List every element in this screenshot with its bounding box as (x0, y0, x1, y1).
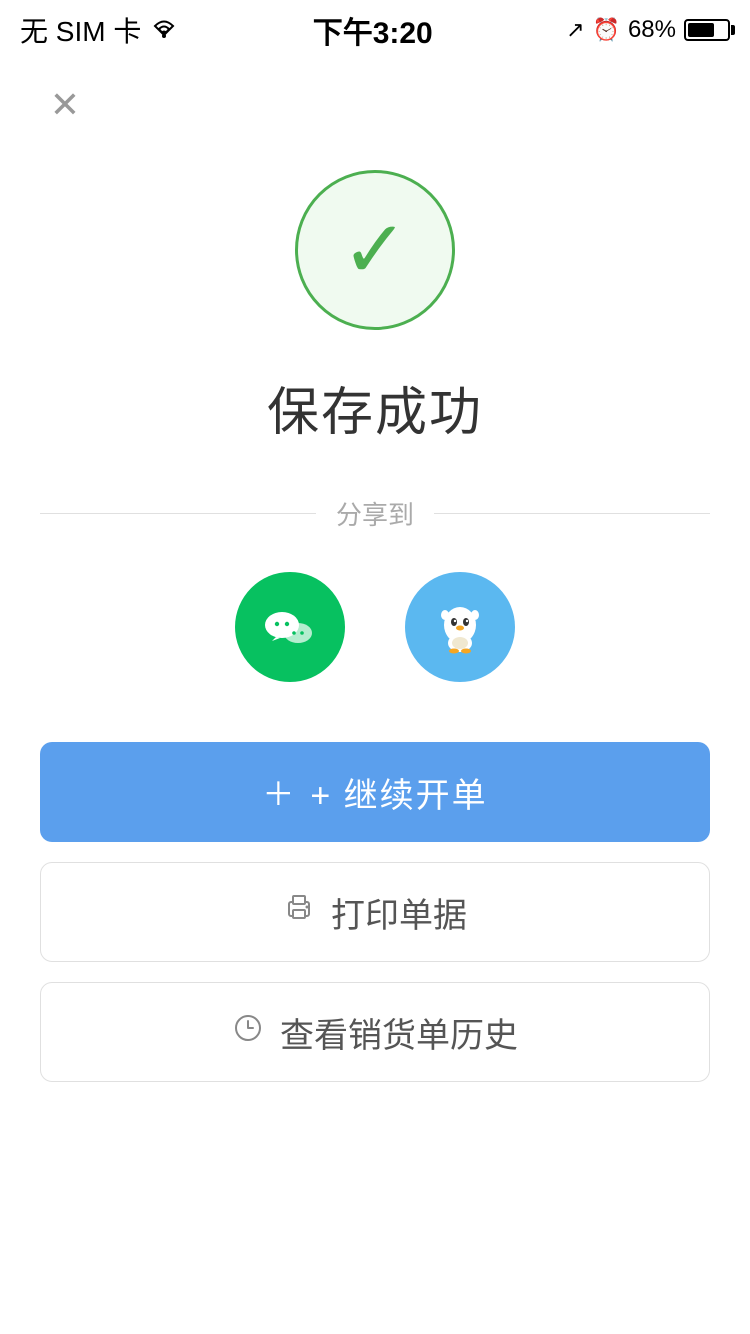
wechat-share-button[interactable] (235, 572, 345, 682)
status-bar: 无 SIM 卡 下午3:20 ↗ ⏰ 68% (0, 0, 750, 60)
share-icons-row (235, 572, 515, 682)
action-buttons: ＋ + 继续开单 打印单据 查看销货单历 (40, 742, 710, 1082)
checkmark-icon: ✓ (341, 210, 408, 290)
divider-right (434, 513, 710, 514)
history-button[interactable]: 查看销货单历史 (40, 982, 710, 1082)
qq-icon (430, 597, 490, 657)
divider-left (40, 513, 316, 514)
plus-icon: ＋ (262, 769, 294, 815)
close-button-container: ✕ (40, 80, 710, 130)
status-left: 无 SIM 卡 (20, 10, 179, 50)
print-icon (283, 892, 315, 932)
battery-indicator (684, 19, 730, 41)
share-divider: 分享到 (40, 495, 710, 532)
history-label: 查看销货单历史 (280, 1008, 518, 1057)
success-icon-circle: ✓ (295, 170, 455, 330)
continue-order-label: + 继续开单 (310, 768, 487, 817)
main-content: ✕ ✓ 保存成功 分享到 (0, 60, 750, 1102)
no-sim-text: 无 SIM 卡 (20, 10, 141, 50)
alarm-icon: ⏰ (593, 17, 620, 43)
wechat-icon (258, 595, 322, 659)
print-button[interactable]: 打印单据 (40, 862, 710, 962)
wifi-icon (149, 14, 179, 46)
close-icon: ✕ (50, 87, 80, 123)
history-icon (232, 1012, 264, 1052)
status-right: ↗ ⏰ 68% (566, 16, 730, 44)
qq-share-button[interactable] (405, 572, 515, 682)
location-icon: ↗ (566, 17, 584, 43)
continue-order-button[interactable]: ＋ + 继续开单 (40, 742, 710, 842)
status-time: 下午3:20 (313, 8, 433, 52)
battery-percentage: 68% (628, 16, 676, 44)
success-title: 保存成功 (267, 370, 483, 445)
close-button[interactable]: ✕ (40, 80, 90, 130)
share-label: 分享到 (336, 495, 414, 532)
print-label: 打印单据 (331, 888, 467, 937)
